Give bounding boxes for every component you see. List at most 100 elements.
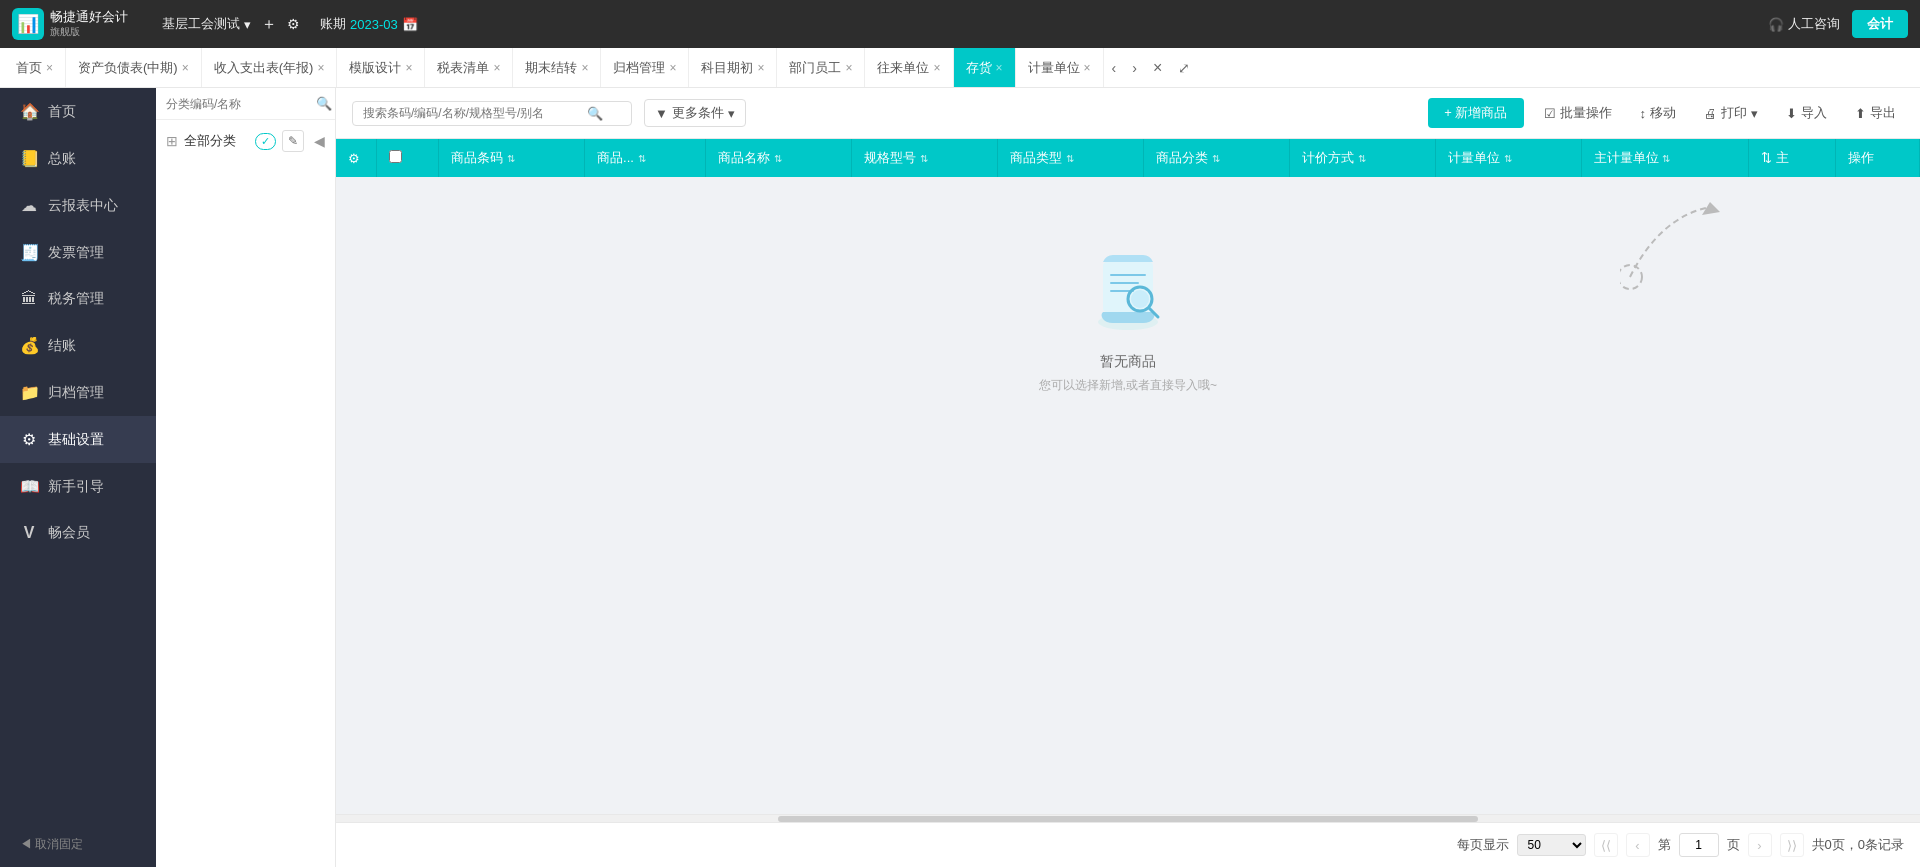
app-edition: 旗舰版 — [50, 25, 128, 39]
col-code[interactable]: 商品... ⇅ — [585, 139, 706, 177]
period-value[interactable]: 2023-03 — [350, 17, 398, 32]
print-button[interactable]: 🖨 打印 ▾ — [1696, 100, 1766, 126]
account-button[interactable]: 会计 — [1852, 10, 1908, 38]
category-search-icon[interactable]: 🔍 — [316, 96, 332, 111]
tab-income-close[interactable]: × — [317, 61, 324, 75]
tab-balance-close[interactable]: × — [182, 61, 189, 75]
product-search-input[interactable] — [363, 106, 583, 120]
tab-template-close[interactable]: × — [405, 61, 412, 75]
import-button[interactable]: ⬇ 导入 — [1778, 100, 1835, 126]
tab-prev-button[interactable]: ‹ — [1104, 60, 1125, 76]
col-extra-label: ⇅ 主 — [1761, 150, 1789, 165]
tab-department-close[interactable]: × — [845, 61, 852, 75]
category-edit-icon[interactable]: ✎ — [282, 130, 304, 152]
empty-icon — [1078, 237, 1178, 337]
add-tab-button[interactable]: ＋ — [261, 14, 277, 35]
table-header: ⚙ 商品条码 ⇅ 商品... ⇅ — [336, 139, 1920, 177]
tab-close-all-button[interactable]: × — [1145, 59, 1170, 77]
unit-sort-icon[interactable]: ⇅ — [1504, 153, 1512, 164]
tab-taxclear[interactable]: 税表清单 × — [425, 48, 513, 88]
tab-home-close[interactable]: × — [46, 61, 53, 75]
col-category[interactable]: 商品分类 ⇅ — [1143, 139, 1289, 177]
company-selector[interactable]: 基层工会测试 ▾ — [162, 15, 251, 33]
page-number-input[interactable] — [1679, 833, 1719, 857]
col-type[interactable]: 商品类型 ⇅ — [997, 139, 1143, 177]
first-page-button[interactable]: ⟨⟨ — [1594, 833, 1618, 857]
sidebar-item-report[interactable]: ☁ 云报表中心 — [0, 182, 156, 229]
sidebar-item-guide-label: 新手引导 — [48, 478, 104, 496]
tab-subject-close[interactable]: × — [757, 61, 764, 75]
sidebar-item-checkout[interactable]: 💰 结账 — [0, 322, 156, 369]
tab-home[interactable]: 首页 × — [4, 48, 66, 88]
spec-sort-icon[interactable]: ⇅ — [920, 153, 928, 164]
tab-archive-close[interactable]: × — [669, 61, 676, 75]
add-product-label: + 新增商品 — [1444, 104, 1507, 122]
tab-supplier[interactable]: 往来单位 × — [865, 48, 953, 88]
col-unit[interactable]: 计量单位 ⇅ — [1435, 139, 1581, 177]
select-all-checkbox[interactable] — [389, 150, 402, 163]
prev-page-button[interactable]: ‹ — [1626, 833, 1650, 857]
page-size-select[interactable]: 50 100 200 — [1517, 834, 1586, 856]
export-button[interactable]: ⬆ 导出 — [1847, 100, 1904, 126]
sidebar-item-invoice[interactable]: 🧾 发票管理 — [0, 229, 156, 276]
tab-template[interactable]: 模版设计 × — [337, 48, 425, 88]
tab-unit-close[interactable]: × — [1084, 61, 1091, 75]
calendar-icon[interactable]: 📅 — [402, 17, 418, 32]
settings-gear-icon[interactable]: ⚙ — [287, 16, 300, 32]
sidebar-item-archive[interactable]: 📁 归档管理 — [0, 369, 156, 416]
tab-supplier-close[interactable]: × — [933, 61, 940, 75]
tab-income[interactable]: 收入支出表(年报) × — [202, 48, 338, 88]
category-sort-icon[interactable]: ⇅ — [1212, 153, 1220, 164]
category-search-input[interactable] — [166, 97, 316, 111]
col-code-label: 商品... — [597, 150, 634, 165]
category-header[interactable]: ⊞ 全部分类 ✓ ✎ ◀ — [156, 120, 335, 162]
name-sort-icon[interactable]: ⇅ — [774, 153, 782, 164]
col-spec[interactable]: 规格型号 ⇅ — [852, 139, 998, 177]
sidebar-item-tax[interactable]: 🏛 税务管理 — [0, 276, 156, 322]
col-check[interactable] — [376, 139, 439, 177]
tab-next-button[interactable]: › — [1124, 60, 1145, 76]
price-mode-sort-icon[interactable]: ⇅ — [1358, 153, 1366, 164]
tab-taxclear-close[interactable]: × — [493, 61, 500, 75]
col-main-unit[interactable]: 主计量单位 ⇅ — [1581, 139, 1748, 177]
empty-desc: 您可以选择新增,或者直接导入哦~ — [1039, 377, 1217, 394]
tab-unit[interactable]: 计量单位 × — [1016, 48, 1104, 88]
product-search-icon[interactable]: 🔍 — [587, 106, 603, 121]
next-page-button[interactable]: › — [1748, 833, 1772, 857]
col-extra[interactable]: ⇅ 主 — [1749, 139, 1836, 177]
tab-balance[interactable]: 资产负债表(中期) × — [66, 48, 202, 88]
total-records: 共0页，0条记录 — [1812, 836, 1904, 854]
collapse-button[interactable]: ◀ — [314, 133, 325, 149]
col-name[interactable]: 商品名称 ⇅ — [706, 139, 852, 177]
batch-action-button[interactable]: ☑ 批量操作 — [1536, 100, 1620, 126]
last-page-button[interactable]: ⟩⟩ — [1780, 833, 1804, 857]
sidebar-item-settings[interactable]: ⚙ 基础设置 — [0, 416, 156, 463]
barcode-sort-icon[interactable]: ⇅ — [507, 153, 515, 164]
add-product-button[interactable]: + 新增商品 — [1428, 98, 1523, 128]
tab-archive[interactable]: 归档管理 × — [601, 48, 689, 88]
sidebar-item-ledger[interactable]: 📒 总账 — [0, 135, 156, 182]
scroll-thumb[interactable] — [778, 816, 1478, 822]
tab-expand-button[interactable]: ⤢ — [1170, 60, 1198, 76]
tab-periodend[interactable]: 期末结转 × — [513, 48, 601, 88]
tab-periodend-close[interactable]: × — [581, 61, 588, 75]
sidebar-item-guide[interactable]: 📖 新手引导 — [0, 463, 156, 510]
tab-department[interactable]: 部门员工 × — [777, 48, 865, 88]
sidebar-item-home[interactable]: 🏠 首页 — [0, 88, 156, 135]
col-barcode[interactable]: 商品条码 ⇅ — [439, 139, 585, 177]
move-button[interactable]: ↕ 移动 — [1632, 100, 1685, 126]
tab-inventory[interactable]: 存货 × — [954, 48, 1016, 88]
help-button[interactable]: 🎧 人工咨询 — [1768, 15, 1840, 33]
filter-button[interactable]: ▼ 更多条件 ▾ — [644, 99, 746, 127]
sidebar-item-member[interactable]: V 畅会员 — [0, 510, 156, 556]
tab-inventory-close[interactable]: × — [996, 61, 1003, 75]
tab-subject[interactable]: 科目期初 × — [689, 48, 777, 88]
main-unit-sort-icon[interactable]: ⇅ — [1662, 153, 1670, 164]
code-sort-icon[interactable]: ⇅ — [638, 153, 646, 164]
sidebar-footer[interactable]: ◀ 取消固定 — [0, 822, 156, 867]
horizontal-scrollbar[interactable] — [336, 814, 1920, 822]
type-sort-icon[interactable]: ⇅ — [1066, 153, 1074, 164]
col-settings[interactable]: ⚙ — [336, 139, 376, 177]
toolbar: 🔍 ▼ 更多条件 ▾ + 新增商品 ☑ 批量操作 — [336, 88, 1920, 139]
col-price-mode[interactable]: 计价方式 ⇅ — [1289, 139, 1435, 177]
